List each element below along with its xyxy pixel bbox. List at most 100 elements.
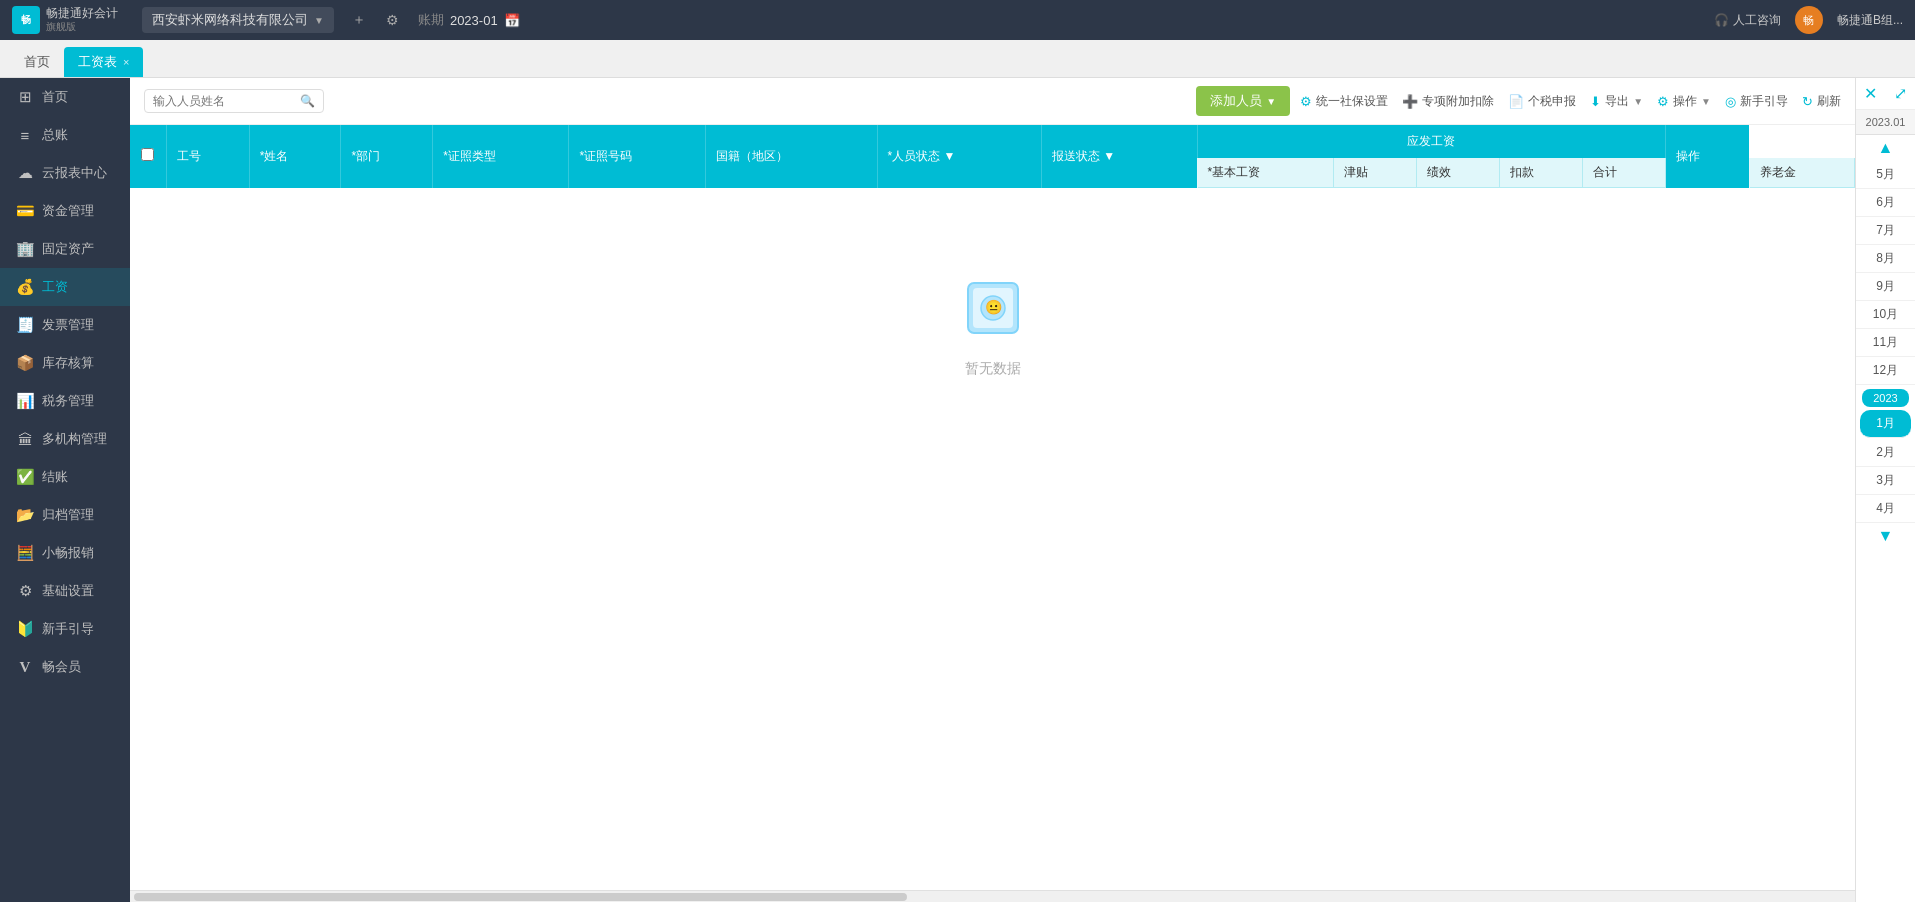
sidebar-item-fixed-assets[interactable]: 🏢 固定资产 (0, 230, 130, 268)
sidebar-item-label: 基础设置 (42, 582, 94, 600)
col-person-status: *人员状态 ▼ (877, 125, 1041, 188)
scroll-thumb[interactable] (134, 893, 907, 901)
date-month-9[interactable]: 9月 (1856, 273, 1915, 301)
table-container: 工号 *姓名 *部门 *证照类型 *证照号码 国籍（地区） *人员状态 ▼ 报送… (130, 125, 1855, 890)
guide-icon: ◎ (1725, 94, 1736, 109)
invoice-icon: 🧾 (16, 316, 34, 334)
sidebar-item-ledger[interactable]: ≡ 总账 (0, 116, 130, 154)
svg-text:😐: 😐 (984, 299, 1002, 316)
special-deduction-button[interactable]: ➕ 专项附加扣除 (1402, 93, 1494, 110)
close-icon[interactable]: × (123, 56, 129, 68)
sidebar-item-label: 多机构管理 (42, 430, 107, 448)
sidebar-item-cloud-report[interactable]: ☁ 云报表中心 (0, 154, 130, 192)
sidebar-item-label: 总账 (42, 126, 68, 144)
search-input[interactable] (153, 94, 294, 108)
sidebar-item-tax[interactable]: 📊 税务管理 (0, 382, 130, 420)
service-button[interactable]: 🎧 人工咨询 (1714, 12, 1781, 29)
close-panel-button[interactable]: ✕ (1860, 80, 1881, 107)
refresh-button[interactable]: ↻ 刷新 (1802, 93, 1841, 110)
expand-panel-button[interactable]: ⤢ (1890, 80, 1911, 107)
sidebar-item-label: 发票管理 (42, 316, 94, 334)
company-selector[interactable]: 西安虾米网络科技有限公司 ▼ (142, 7, 334, 33)
header-right: 🎧 人工咨询 畅 畅捷通B组... (1714, 6, 1903, 34)
salary-icon: 💰 (16, 278, 34, 296)
fund-icon: 💳 (16, 202, 34, 220)
col-pension: 养老金 (1749, 158, 1854, 188)
operate-button[interactable]: ⚙ 操作 ▼ (1657, 93, 1711, 110)
col-name: *姓名 (249, 125, 341, 188)
sidebar-item-label: 归档管理 (42, 506, 94, 524)
panel-top-buttons: ✕ ⤢ (1856, 78, 1915, 110)
sidebar-item-label: 工资 (42, 278, 68, 296)
sidebar-item-invoice[interactable]: 🧾 发票管理 (0, 306, 130, 344)
date-month-11[interactable]: 11月 (1856, 329, 1915, 357)
sidebar-item-label: 首页 (42, 88, 68, 106)
scrollbar-area[interactable] (130, 890, 1855, 902)
headset-icon: 🎧 (1714, 13, 1729, 27)
chevron-down-icon: ▼ (1266, 96, 1276, 107)
col-salary-group: 应发工资 (1197, 125, 1666, 158)
checkbox-header[interactable] (130, 125, 166, 188)
social-security-button[interactable]: ⚙ 统一社保设置 (1300, 93, 1388, 110)
sidebar-item-home[interactable]: ⊞ 首页 (0, 78, 130, 116)
chevron-down-icon: ▼ (1701, 96, 1711, 107)
expense-icon: 🧮 (16, 544, 34, 562)
logo-text: 畅捷通好会计 (46, 6, 118, 20)
add-person-button[interactable]: 添加人员 ▼ (1196, 86, 1290, 116)
sidebar-item-guide[interactable]: 🔰 新手引导 (0, 610, 130, 648)
sidebar-item-settings[interactable]: ⚙ 基础设置 (0, 572, 130, 610)
sidebar-item-archive[interactable]: 📂 归档管理 (0, 496, 130, 534)
sidebar-item-member[interactable]: V 畅会员 (0, 648, 130, 686)
operate-icon: ⚙ (1657, 94, 1669, 109)
date-month-5[interactable]: 5月 (1856, 161, 1915, 189)
tab-salary[interactable]: 工资表 × (64, 47, 143, 77)
date-month-2[interactable]: 2月 (1856, 439, 1915, 467)
guide-label: 新手引导 (1740, 93, 1788, 110)
user-name: 畅捷通B组... (1837, 12, 1903, 29)
sidebar-item-inventory[interactable]: 📦 库存核算 (0, 344, 130, 382)
col-total: 合计 (1583, 158, 1666, 188)
settings-icon: ⚙ (16, 582, 34, 600)
col-performance: 绩效 (1416, 158, 1499, 188)
table-header-row: 工号 *姓名 *部门 *证照类型 *证照号码 国籍（地区） *人员状态 ▼ 报送… (130, 125, 1855, 158)
avatar: 畅 (1795, 6, 1823, 34)
date-month-6[interactable]: 6月 (1856, 189, 1915, 217)
period-label: 账期 (418, 11, 444, 29)
date-month-7[interactable]: 7月 (1856, 217, 1915, 245)
date-down-button[interactable]: ▼ (1856, 523, 1915, 549)
col-id-num: *证照号码 (569, 125, 705, 188)
date-up-button[interactable]: ▲ (1856, 135, 1915, 161)
sidebar-item-fund[interactable]: 💳 资金管理 (0, 192, 130, 230)
logo-icon: 畅 (12, 6, 40, 34)
select-all-checkbox[interactable] (141, 148, 154, 161)
col-num: 工号 (166, 125, 249, 188)
chevron-down-icon: ▼ (1633, 96, 1643, 107)
export-label: 导出 (1605, 93, 1629, 110)
date-panel-header: 2023.01 (1856, 110, 1915, 135)
guide-button[interactable]: ◎ 新手引导 (1725, 93, 1788, 110)
date-month-1-active[interactable]: 1月 (1860, 410, 1911, 438)
date-month-10[interactable]: 10月 (1856, 301, 1915, 329)
add-company-button[interactable]: ＋ (346, 7, 372, 33)
date-month-4[interactable]: 4月 (1856, 495, 1915, 523)
sidebar-item-settlement[interactable]: ✅ 结账 (0, 458, 130, 496)
sidebar-item-expense[interactable]: 🧮 小畅报销 (0, 534, 130, 572)
date-month-12[interactable]: 12月 (1856, 357, 1915, 385)
refresh-label: 刷新 (1817, 93, 1841, 110)
calendar-icon[interactable]: 📅 (504, 13, 520, 28)
archive-icon: 📂 (16, 506, 34, 524)
date-year-2023: 2023 (1862, 389, 1909, 407)
sidebar-item-salary[interactable]: 💰 工资 (0, 268, 130, 306)
add-btn-label: 添加人员 (1210, 92, 1262, 110)
sidebar-item-label: 库存核算 (42, 354, 94, 372)
date-month-8[interactable]: 8月 (1856, 245, 1915, 273)
logo-area: 畅 畅捷通好会计 旗舰版 (12, 6, 142, 34)
sidebar-item-multi-org[interactable]: 🏛 多机构管理 (0, 420, 130, 458)
date-month-3[interactable]: 3月 (1856, 467, 1915, 495)
personal-tax-button[interactable]: 📄 个税申报 (1508, 93, 1576, 110)
settings-icon[interactable]: ⚙ (380, 7, 406, 33)
tab-salary-label: 工资表 (78, 53, 117, 71)
tab-home[interactable]: 首页 (10, 47, 64, 77)
export-button[interactable]: ⬇ 导出 ▼ (1590, 93, 1643, 110)
social-security-label: 统一社保设置 (1316, 93, 1388, 110)
